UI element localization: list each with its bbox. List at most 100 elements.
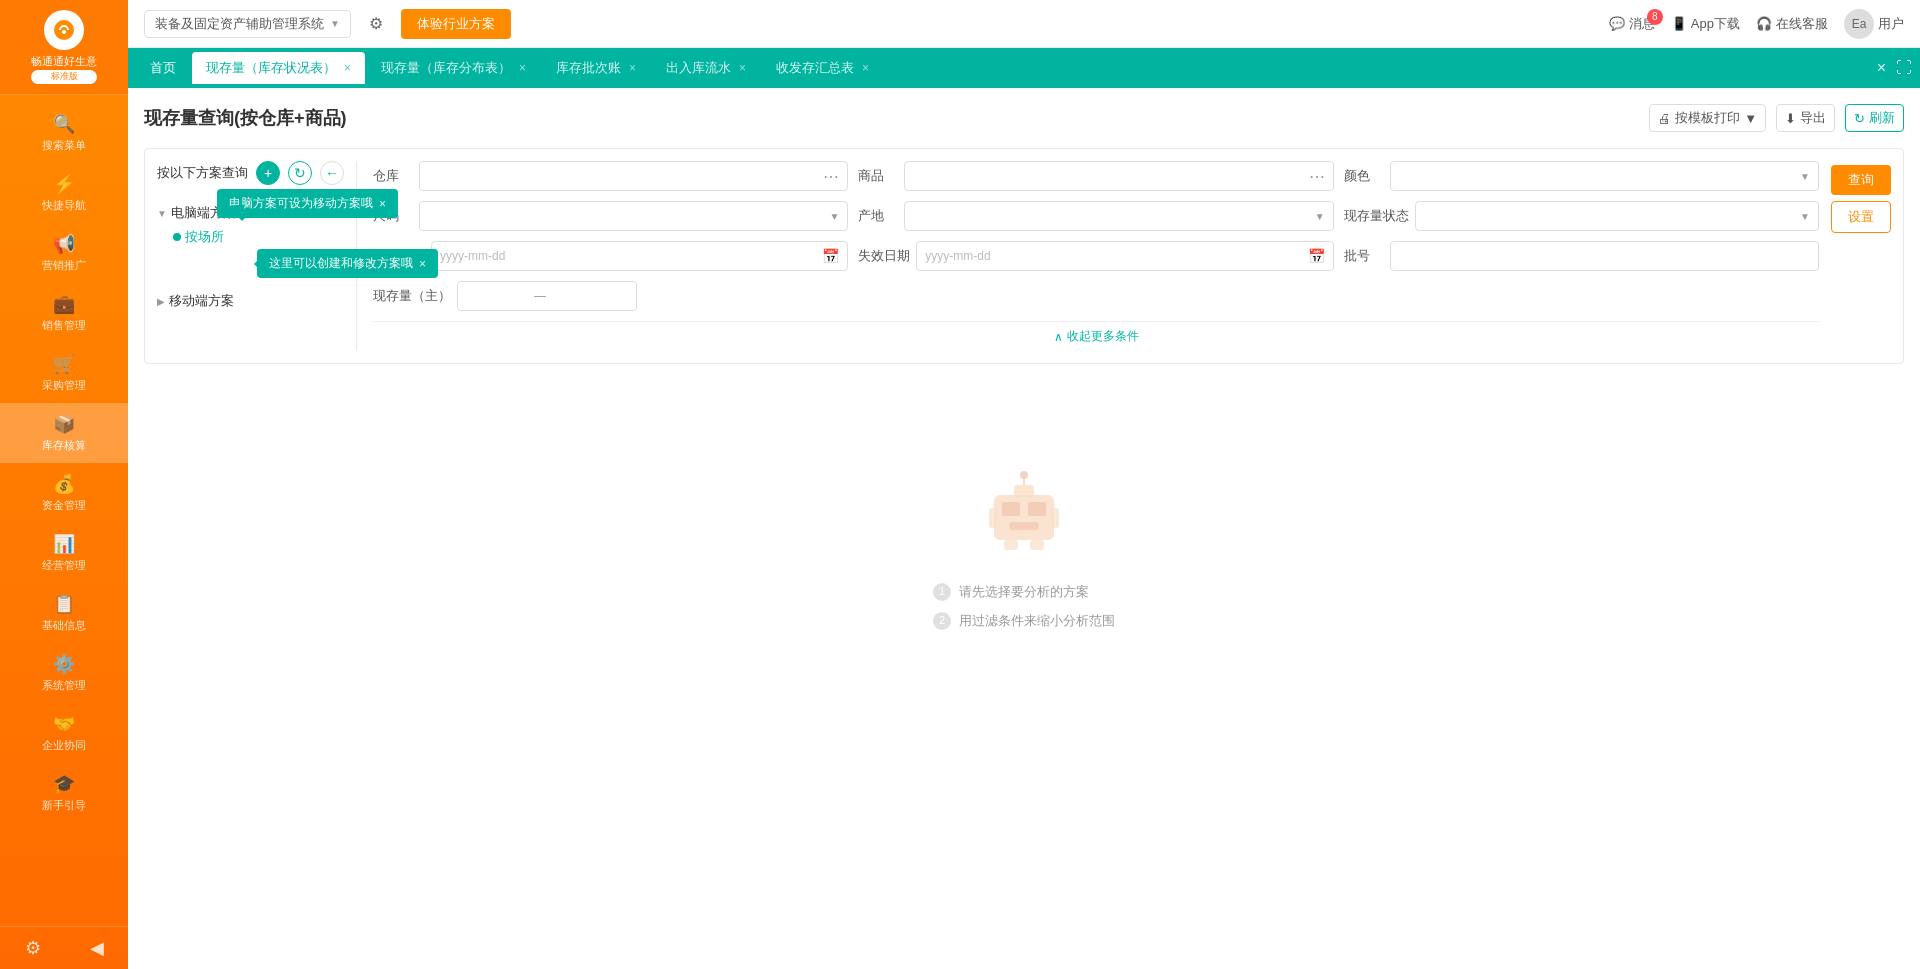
page-title: 现存量查询(按仓库+商品) [144,106,347,130]
filter-color: 颜色 ▼ [1344,161,1819,191]
stock-status-label: 现存量状态 [1344,207,1409,225]
svg-rect-2 [994,495,1054,540]
svg-point-1 [62,30,66,34]
svg-rect-12 [1030,540,1044,550]
tab-inventory-status-close[interactable]: × [344,61,351,75]
tab-inventory-status-label: 现存量（库存状况表） [206,59,336,77]
sidebar-item-basic[interactable]: 📋 基础信息 [0,583,128,643]
scheme-item-location[interactable]: 按场所 [157,225,344,249]
sidebar-item-marketing[interactable]: 📢 营销推广 [0,223,128,283]
sidebar-collapse-btn[interactable]: ◀ [90,937,104,959]
refresh-btn[interactable]: ↻ 刷新 [1845,104,1904,132]
tab-summary[interactable]: 收发存汇总表 × [762,52,883,84]
export-icon: ⬇ [1785,111,1796,126]
filter-warehouse: 仓库 ⋯ [373,161,848,191]
tab-inventory-status[interactable]: 现存量（库存状况表） × [192,52,365,84]
tooltip2-text: 这里可以创建和修改方案哦 [269,255,413,272]
back-scheme-btn[interactable]: ← [320,161,344,185]
stock-status-select[interactable]: ▼ [1415,201,1819,231]
qty-to[interactable] [554,289,614,303]
qty-input[interactable]: — [457,281,637,311]
header-settings-btn[interactable]: ⚙ [361,9,391,39]
logo-badge: 标准版 [31,70,97,84]
sidebar-item-purchase[interactable]: 🛒 采购管理 [0,343,128,403]
size-select[interactable]: ▼ [419,201,848,231]
sidebar-item-management[interactable]: 📊 经营管理 [0,523,128,583]
sidebar-settings-btn[interactable]: ⚙ [25,937,41,959]
prod-date-input[interactable]: yyyy-mm-dd 📅 [431,241,848,271]
sidebar-item-guide[interactable]: 🎓 新手引导 [0,763,128,823]
warehouse-label: 仓库 [373,167,413,185]
export-btn[interactable]: ⬇ 导出 [1776,104,1835,132]
system-selector[interactable]: 装备及固定资产辅助管理系统 ▼ [144,10,351,38]
filter-row-4: 现存量（主） — [373,281,1819,311]
batch-input[interactable] [1390,241,1819,271]
search-btn[interactable]: 查询 [1831,165,1891,195]
tab-batch[interactable]: 库存批次账 × [542,52,650,84]
origin-select[interactable]: ▼ [904,201,1333,231]
tooltip1-close[interactable]: × [379,197,386,211]
app-download-label: App下载 [1691,15,1740,33]
tab-inventory-dist-close[interactable]: × [519,61,526,75]
filter-actions: 查询 设置 [1831,161,1891,351]
empty-step-2: 2 用过滤条件来缩小分析范围 [933,609,1115,632]
tab-batch-close[interactable]: × [629,61,636,75]
svg-rect-9 [989,508,997,528]
scheme-item-mobile[interactable]: ▶ 移动端方案 [157,289,344,313]
tab-summary-close[interactable]: × [862,61,869,75]
online-support-item[interactable]: 🎧 在线客服 [1756,15,1828,33]
system-icon: ⚙️ [53,653,75,675]
origin-label: 产地 [858,207,898,225]
batch-label: 批号 [1344,247,1384,265]
color-select[interactable]: ▼ [1390,161,1819,191]
sidebar-item-search[interactable]: 🔍 搜索菜单 [0,103,128,163]
sidebar-item-inventory[interactable]: 📦 库存核算 [0,403,128,463]
sidebar-item-finance[interactable]: 💰 资金管理 [0,463,128,523]
collapse-btn[interactable]: ∧ 收起更多条件 [373,321,1819,351]
filter-expiry-date: 失效日期 yyyy-mm-dd 📅 [858,241,1333,271]
svg-rect-3 [1002,502,1020,516]
tab-close-all-icon[interactable]: × [1877,59,1886,77]
refresh-scheme-btn[interactable]: ↻ [288,161,312,185]
goods-select[interactable]: ⋯ [904,161,1333,191]
user-label: 用户 [1878,15,1904,33]
sidebar-item-quick[interactable]: ⚡ 快捷导航 [0,163,128,223]
qty-from[interactable] [466,289,526,303]
svg-rect-5 [1009,522,1039,530]
user-item[interactable]: Ea 用户 [1844,9,1904,39]
tab-summary-label: 收发存汇总表 [776,59,854,77]
message-badge: 8 [1647,9,1663,25]
print-btn[interactable]: 🖨 按模板打印 ▼ [1649,104,1766,132]
expand-icon: ▼ [157,208,167,219]
sidebar-item-cooperation[interactable]: 🤝 企业协同 [0,703,128,763]
expiry-date-input[interactable]: yyyy-mm-dd 📅 [916,241,1333,271]
warehouse-select[interactable]: ⋯ [419,161,848,191]
tooltip-scheme-mobile: 电脑方案可设为移动方案哦 × [217,189,398,218]
tab-fullscreen-icon[interactable]: ⛶ [1896,59,1912,77]
tooltip2-close[interactable]: × [419,257,426,271]
tab-home[interactable]: 首页 [136,52,190,84]
filter-row-2: 尺码 ▼ 产地 ▼ [373,201,1819,231]
tab-flow-close[interactable]: × [739,61,746,75]
app-download-item[interactable]: 📱 App下载 [1671,15,1740,33]
content-area: 现存量查询(按仓库+商品) 🖨 按模板打印 ▼ ⬇ 导出 ↻ 刷新 [128,88,1920,969]
step1-text: 请先选择要分析的方案 [959,580,1089,603]
sidebar-item-system[interactable]: ⚙️ 系统管理 [0,643,128,703]
tab-flow[interactable]: 出入库流水 × [652,52,760,84]
filter-fields: 仓库 ⋯ 商品 ⋯ [357,161,1819,351]
message-item[interactable]: 💬 消息 8 [1609,15,1655,33]
phone-icon: 📱 [1671,16,1687,31]
tooltip-scheme-edit: 这里可以创建和修改方案哦 × [257,249,438,278]
tab-inventory-dist[interactable]: 现存量（库存分布表） × [367,52,540,84]
refresh-icon: ↻ [1854,111,1865,126]
sidebar-item-sales[interactable]: 💼 销售管理 [0,283,128,343]
industry-btn[interactable]: 体验行业方案 [401,9,511,39]
add-scheme-btn[interactable]: + [256,161,280,185]
size-chevron-icon: ▼ [829,211,839,222]
filter-row-3: 生产日期 yyyy-mm-dd 📅 失效日期 yyyy-mm-dd 📅 [373,241,1819,271]
settings-small-btn[interactable]: 设置 [1831,201,1891,233]
headset-icon: 🎧 [1756,16,1772,31]
svg-rect-10 [1051,508,1059,528]
guide-icon: 🎓 [53,773,75,795]
scheme-location-label: 按场所 [185,228,224,246]
